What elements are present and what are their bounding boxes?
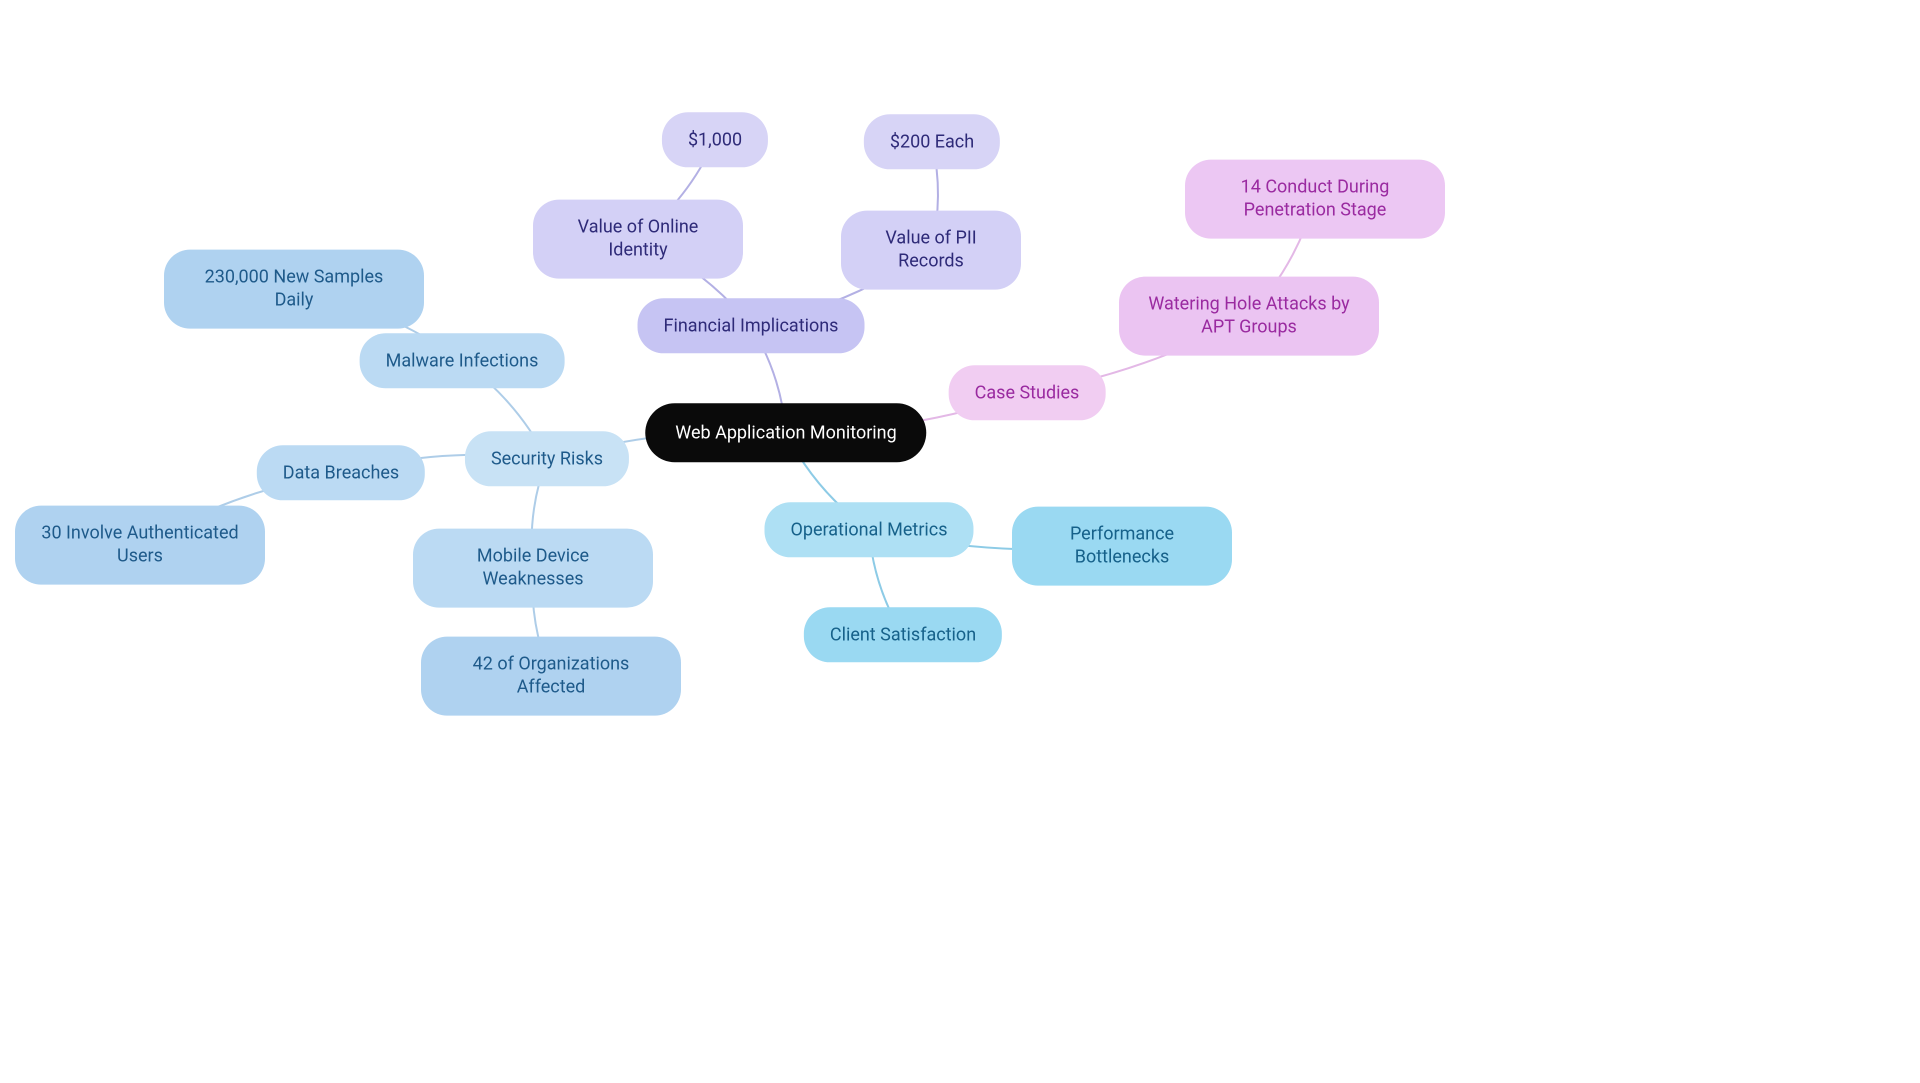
node-identity[interactable]: Value of Online Identity (533, 200, 743, 279)
node-data-breaches-stat[interactable]: 30 Involve Authenticated Users (15, 506, 265, 585)
node-pii[interactable]: Value of PII Records (841, 211, 1021, 290)
node-data-breaches[interactable]: Data Breaches (257, 445, 425, 500)
node-malware-stat[interactable]: 230,000 New Samples Daily (164, 250, 424, 329)
node-security-risks[interactable]: Security Risks (465, 431, 629, 486)
node-watering-stat[interactable]: 14 Conduct During Penetration Stage (1185, 160, 1445, 239)
node-watering-hole[interactable]: Watering Hole Attacks by APT Groups (1119, 277, 1379, 356)
node-operational[interactable]: Operational Metrics (764, 502, 973, 557)
node-pii-val[interactable]: $200 Each (864, 114, 1000, 169)
node-case-studies[interactable]: Case Studies (949, 365, 1106, 420)
node-malware[interactable]: Malware Infections (360, 333, 565, 388)
node-performance[interactable]: Performance Bottlenecks (1012, 507, 1232, 586)
node-identity-val[interactable]: $1,000 (662, 112, 768, 167)
node-mobile[interactable]: Mobile Device Weaknesses (413, 529, 653, 608)
node-root[interactable]: Web Application Monitoring (645, 403, 926, 462)
node-client-satisfaction[interactable]: Client Satisfaction (804, 607, 1002, 662)
node-financial[interactable]: Financial Implications (638, 298, 865, 353)
node-mobile-stat[interactable]: 42 of Organizations Affected (421, 637, 681, 716)
mindmap-canvas[interactable]: Web Application Monitoring Security Risk… (0, 0, 1920, 1083)
